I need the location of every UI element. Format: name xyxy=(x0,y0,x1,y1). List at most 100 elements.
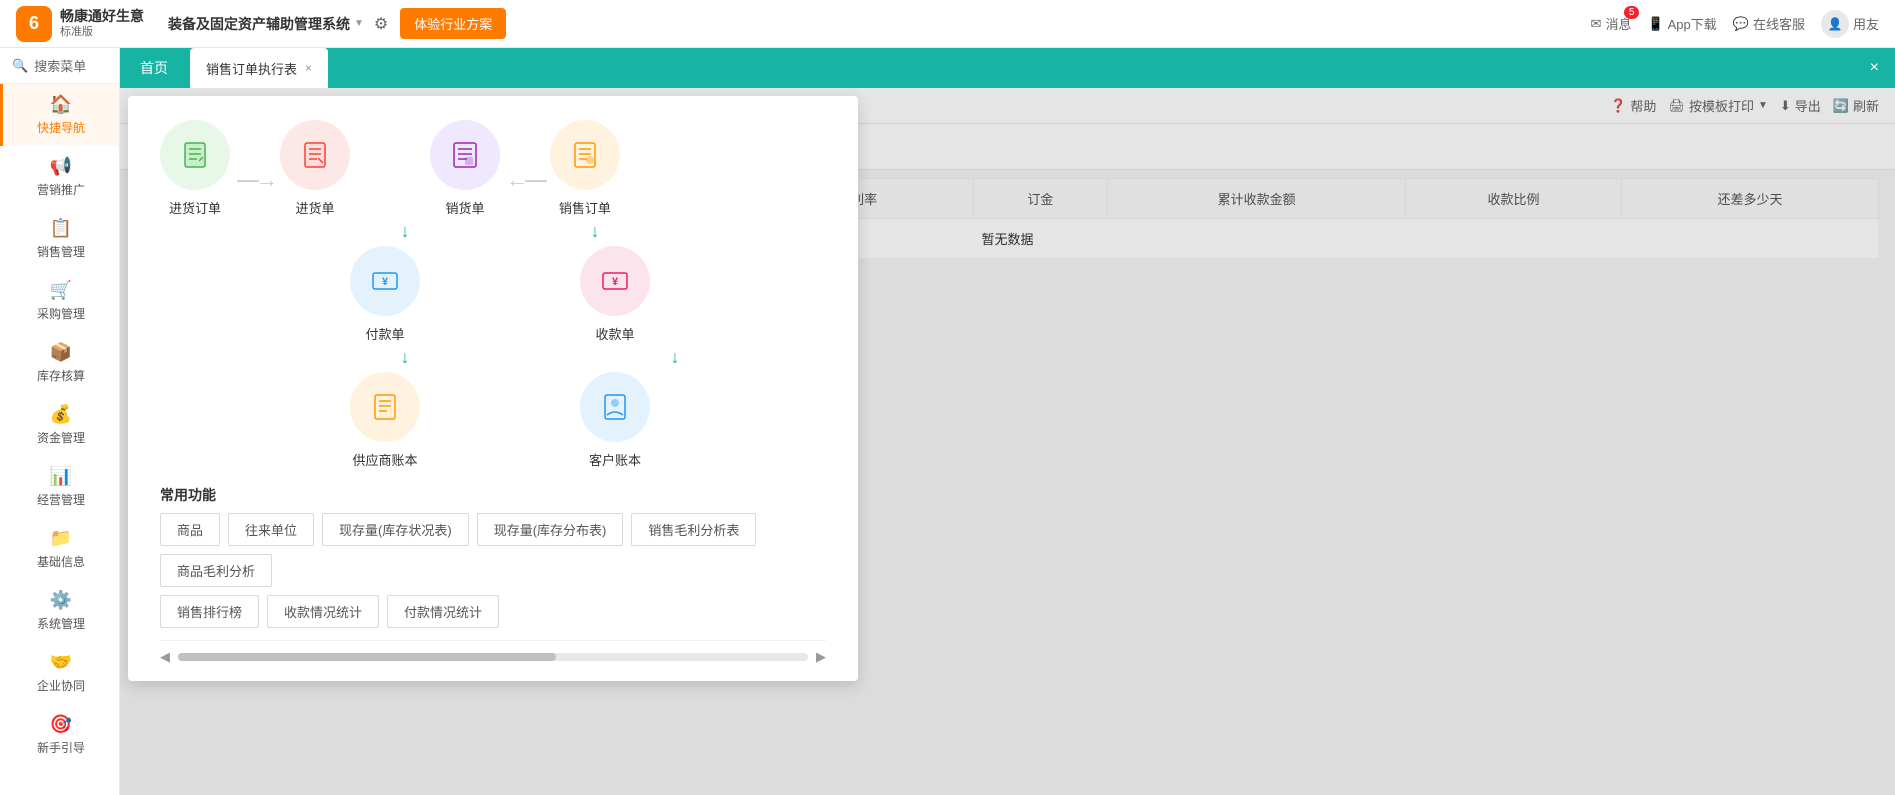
scroll-thumb[interactable] xyxy=(178,653,556,661)
arrow-purchase-to-bill: ------→ xyxy=(230,167,280,193)
arrow-down-purchase-bill: ↓ xyxy=(350,221,460,242)
func-btn-stock-dist[interactable]: 现存量(库存分布表) xyxy=(477,513,624,546)
sidebar-item-sales[interactable]: 📋 销售管理 xyxy=(0,208,119,270)
flow-arrows-down-2: ↓ ↓ xyxy=(160,347,826,368)
func-btn-product[interactable]: 商品 xyxy=(160,513,220,546)
search-menu-button[interactable]: 🔍 搜索菜单 xyxy=(0,48,119,84)
arrow-down-receipt: ↓ xyxy=(620,347,730,368)
func-btn-sales-gross[interactable]: 销售毛利分析表 xyxy=(631,513,756,546)
purchase-bill-node[interactable]: 进货单 xyxy=(280,120,350,217)
common-functions-title: 常用功能 xyxy=(160,485,826,505)
tab-close-icon[interactable]: × xyxy=(305,61,312,75)
sidebar-item-newbie[interactable]: 🎯 新手引导 xyxy=(0,704,119,766)
payment-bill-icon: ¥ xyxy=(350,246,420,316)
purchase-icon: 🛒 xyxy=(50,280,72,301)
purchase-bill-label: 进货单 xyxy=(295,198,334,217)
tab-sales-order-exec[interactable]: 销售订单执行表 × xyxy=(190,48,328,88)
sales-bill-node[interactable]: 销货单 xyxy=(430,120,500,217)
func-btn-counterpart[interactable]: 往来单位 xyxy=(228,513,314,546)
payment-bill-label: 付款单 xyxy=(365,324,404,343)
inventory-icon: 📦 xyxy=(50,342,72,363)
marketing-icon: 📢 xyxy=(50,156,72,177)
sidebar-item-purchase[interactable]: 🛒 采购管理 xyxy=(0,270,119,332)
content-area: 首页 销售订单执行表 × × ❓ 帮助 🖨 按模板打印 xyxy=(120,48,1895,795)
common-btns-row2: 销售排行榜 收款情况统计 付款情况统计 xyxy=(160,595,826,628)
supplier-ledger-node[interactable]: 供应商账本 xyxy=(350,372,420,469)
flow-diagram: 进货订单 ------→ xyxy=(160,120,826,469)
operations-icon: 📊 xyxy=(50,466,72,487)
system-title: 装备及固定资产辅助管理系统 xyxy=(168,14,350,34)
logo-text: 畅康通好生意 标准版 xyxy=(60,7,144,39)
basic-info-icon: 📁 xyxy=(50,528,72,549)
svg-text:¥: ¥ xyxy=(612,276,619,288)
online-service-button[interactable]: 💬 在线客服 xyxy=(1733,14,1805,33)
user-menu[interactable]: 👤 用友 xyxy=(1821,10,1879,38)
func-btn-payment-stats[interactable]: 付款情况统计 xyxy=(387,595,499,628)
purchase-order-icon xyxy=(160,120,230,190)
customer-ledger-icon xyxy=(580,372,650,442)
purchase-order-node[interactable]: 进货订单 xyxy=(160,120,230,217)
dropdown-arrow-icon: ▼ xyxy=(354,18,364,29)
arrow-down-sales-bill: ↓ xyxy=(540,221,650,242)
finance-icon: 💰 xyxy=(50,404,72,425)
sales-order-label: 销售订单 xyxy=(559,198,611,217)
receipt-bill-node[interactable]: ¥ 收款单 xyxy=(580,246,650,343)
sidebar-item-operations[interactable]: 📊 经营管理 xyxy=(0,456,119,518)
system-icon: ⚙️ xyxy=(50,590,72,611)
arrow-down-payment: ↓ xyxy=(350,347,460,368)
scroll-right-icon[interactable]: ▶ xyxy=(816,649,826,665)
avatar: 👤 xyxy=(1821,10,1849,38)
sidebar-item-system[interactable]: ⚙️ 系统管理 xyxy=(0,580,119,642)
home-icon: 🏠 xyxy=(50,94,72,115)
service-icon: 💬 xyxy=(1733,16,1749,32)
search-icon: 🔍 xyxy=(12,58,28,74)
tab-home[interactable]: 首页 xyxy=(120,48,188,88)
settings-icon[interactable]: ⚙ xyxy=(374,14,388,34)
app-download-button[interactable]: 📱 App下载 xyxy=(1647,14,1716,33)
top-right-actions: ✉ 消息 5 📱 App下载 💬 在线客服 👤 用友 xyxy=(1591,10,1879,38)
sidebar-item-inventory[interactable]: 📦 库存核算 xyxy=(0,332,119,394)
sidebar-item-enterprise[interactable]: 🤝 企业协同 xyxy=(0,642,119,704)
sidebar-item-marketing[interactable]: 📢 营销推广 xyxy=(0,146,119,208)
top-bar: 6 畅康通好生意 标准版 装备及固定资产辅助管理系统 ▼ ⚙ 体验行业方案 ✉ … xyxy=(0,0,1895,48)
flow-row-3: 供应商账本 xyxy=(160,372,826,469)
logo-area: 6 畅康通好生意 标准版 xyxy=(16,6,144,42)
download-icon: 📱 xyxy=(1647,16,1663,32)
main-content: ❓ 帮助 🖨 按模板打印 ▼ ⬇ 导出 🔄 刷新 xyxy=(120,88,1895,795)
purchase-bill-icon xyxy=(280,120,350,190)
func-btn-product-gross[interactable]: 商品毛利分析 xyxy=(160,554,272,587)
func-btn-sales-rank[interactable]: 销售排行榜 xyxy=(160,595,259,628)
scroll-area: ◀ ▶ xyxy=(160,640,826,665)
sales-bill-icon xyxy=(430,120,500,190)
scroll-left-icon[interactable]: ◀ xyxy=(160,649,170,665)
sales-order-node[interactable]: 销售订单 xyxy=(550,120,620,217)
flow-row-1: 进货订单 ------→ xyxy=(160,120,826,217)
purchase-order-label: 进货订单 xyxy=(169,198,221,217)
messages-button[interactable]: ✉ 消息 5 xyxy=(1591,14,1632,33)
close-page-button[interactable]: × xyxy=(1854,48,1895,88)
func-btn-stock-status[interactable]: 现存量(库存状况表) xyxy=(322,513,469,546)
sidebar-item-quick-nav[interactable]: 🏠 快捷导航 xyxy=(0,84,119,146)
tab-bar: 首页 销售订单执行表 × × xyxy=(120,48,1895,88)
flow-arrows-down-1: ↓ ↓ xyxy=(160,221,826,242)
func-btn-receipt-stats[interactable]: 收款情况统计 xyxy=(267,595,379,628)
sidebar-item-finance[interactable]: 💰 资金管理 xyxy=(0,394,119,456)
sales-icon: 📋 xyxy=(50,218,72,239)
receipt-bill-label: 收款单 xyxy=(595,324,634,343)
receipt-bill-icon: ¥ xyxy=(580,246,650,316)
customer-ledger-label: 客户账本 xyxy=(589,450,641,469)
flow-row-2: ¥ 付款单 xyxy=(160,246,826,343)
sales-order-icon xyxy=(550,120,620,190)
common-btns-row1: 商品 往来单位 现存量(库存状况表) 现存量(库存分布表) 销售毛利分析表 商品… xyxy=(160,513,826,587)
sidebar-item-basic-info[interactable]: 📁 基础信息 xyxy=(0,518,119,580)
supplier-ledger-icon xyxy=(350,372,420,442)
enterprise-icon: 🤝 xyxy=(50,652,72,673)
logo-icon: 6 xyxy=(16,6,52,42)
arrow-sales-order-to-bill: ←------ xyxy=(500,167,550,193)
trial-button[interactable]: 体验行业方案 xyxy=(400,8,506,39)
customer-ledger-node[interactable]: 客户账本 xyxy=(580,372,650,469)
payment-bill-node[interactable]: ¥ 付款单 xyxy=(350,246,420,343)
system-title-dropdown[interactable]: 装备及固定资产辅助管理系统 ▼ xyxy=(160,14,364,34)
message-icon: ✉ xyxy=(1591,16,1602,32)
flow-modal: 进货订单 ------→ xyxy=(128,96,858,681)
